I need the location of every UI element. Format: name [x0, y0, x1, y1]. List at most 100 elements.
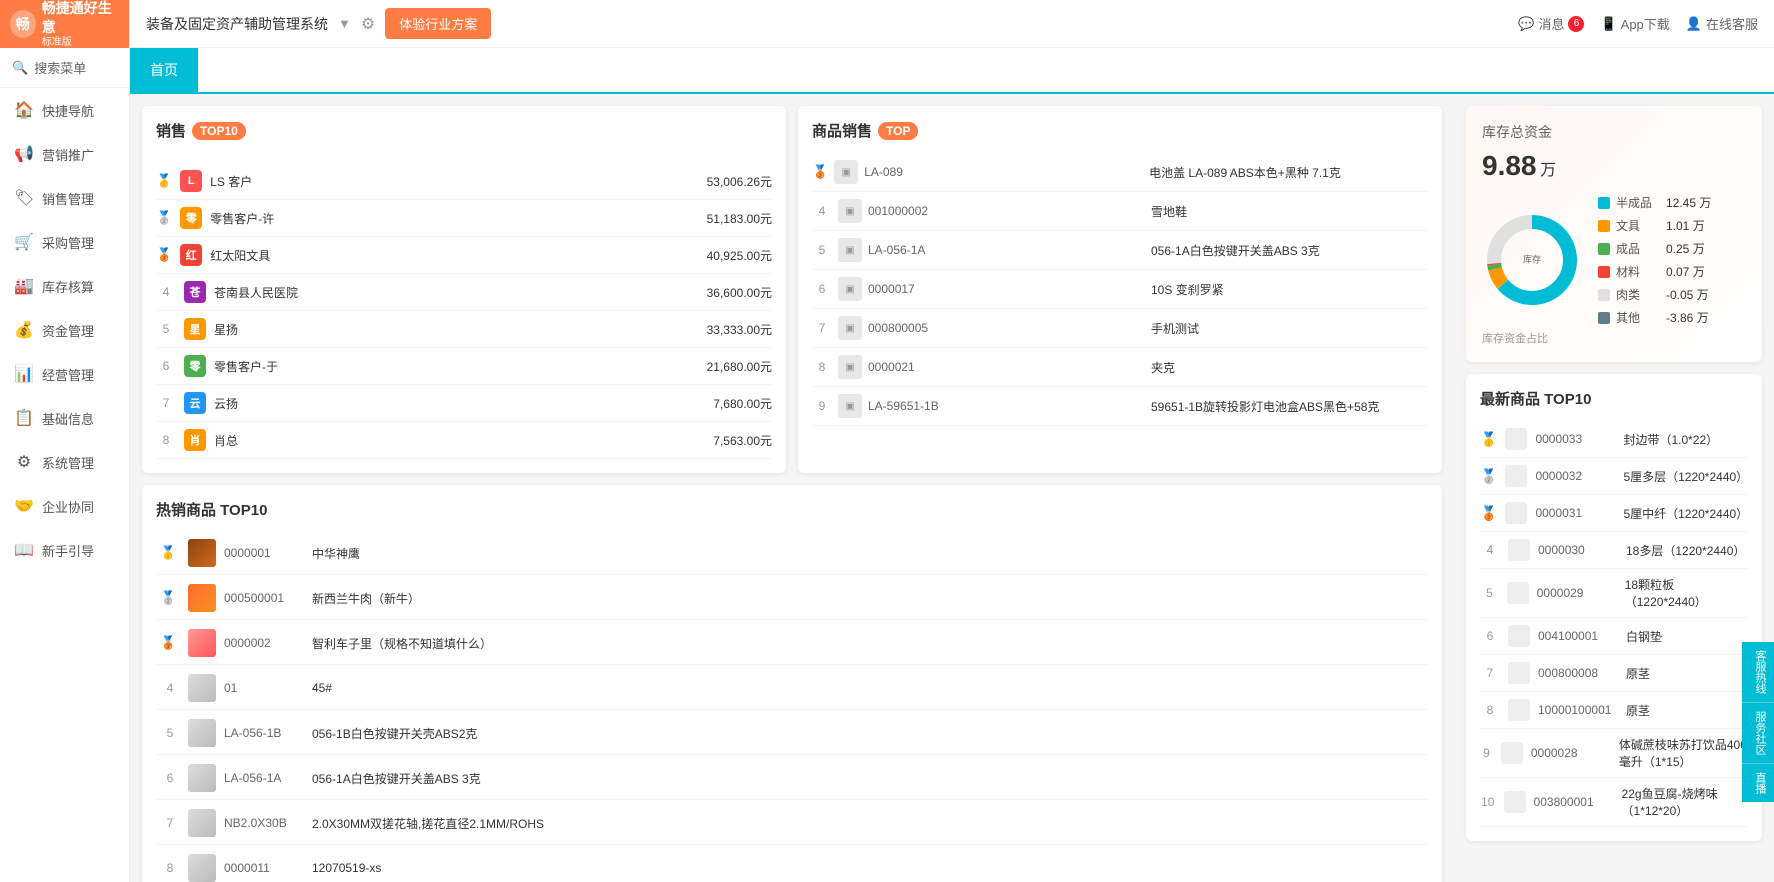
logo-text: 畅捷通好生意 标准版: [42, 0, 119, 49]
client-value-3: 40,925.00元: [707, 247, 772, 264]
new-code-7: 000800008: [1538, 666, 1618, 680]
float-buttons: 客服热线 服务社区 直播: [1742, 642, 1774, 802]
sidebar-item-quicknav[interactable]: 🏠 快捷导航: [0, 88, 129, 132]
new-products-card: 最新商品 TOP10 🥇 0000033 封边带（1.0*22） 🥈 00000…: [1466, 374, 1762, 841]
svg-text:库存: 库存: [1523, 253, 1541, 264]
sold-code-7: LA-59651-1B: [868, 399, 1145, 413]
inventory-title: 库存总资金: [1482, 122, 1746, 142]
app-download-button[interactable]: 📱 App下载: [1600, 14, 1669, 33]
new-name-5: 18颗粒板（1220*2440）: [1625, 576, 1748, 610]
product-img-4: ▣: [838, 277, 862, 301]
new-medal-1: 🥇: [1480, 431, 1497, 448]
hot-code-7: NB2.0X30B: [224, 816, 304, 830]
client-value-5: 33,333.00元: [707, 321, 772, 338]
sidebar-item-sales[interactable]: 🏷 销售管理: [0, 176, 129, 220]
float-btn-community[interactable]: 服务社区: [1742, 703, 1774, 764]
sold-top-badge: TOP: [878, 122, 918, 140]
client-name-3: 红太阳文具: [210, 247, 698, 264]
hot-row-4: 4 01 45#: [156, 667, 1428, 710]
float-btn-live[interactable]: 直播: [1742, 764, 1774, 802]
new-row-3: 🥉 0000031 5厘中纤（1220*2440）: [1480, 495, 1748, 532]
try-button[interactable]: 体验行业方案: [385, 8, 491, 39]
online-service-button[interactable]: 👤 在线客服: [1686, 14, 1758, 33]
sidebar-item-basics[interactable]: 📋 基础信息: [0, 396, 129, 440]
hot-medal-1: 🥇: [160, 545, 180, 561]
client-value-4: 36,600.00元: [707, 284, 772, 301]
hot-img-3: [188, 629, 216, 657]
new-name-10: 22g鱼豆腐-烧烤味（1*12*20）: [1622, 785, 1748, 819]
main-area: 装备及固定资产辅助管理系统 ▼ ⚙ 体验行业方案 💬 消息 6 📱 App下载 …: [130, 0, 1774, 882]
collab-icon: 🤝: [14, 496, 34, 516]
sidebar-item-marketing[interactable]: 📢 营销推广: [0, 132, 129, 176]
client-row-4: 4 苍 苍南县人民医院 36,600.00元: [156, 274, 772, 311]
sidebar-item-system[interactable]: ⚙ 系统管理: [0, 440, 129, 484]
new-rank-6: 6: [1480, 629, 1500, 643]
legend-color-5: [1598, 312, 1610, 324]
new-row-10: 10 003800001 22g鱼豆腐-烧烤味（1*12*20）: [1480, 778, 1748, 827]
top10-badge: TOP10: [192, 122, 246, 140]
client-name-6: 零售客户-于: [214, 358, 699, 375]
float-btn-service[interactable]: 客服热线: [1742, 642, 1774, 703]
header-left: 装备及固定资产辅助管理系统 ▼ ⚙ 体验行业方案: [146, 8, 491, 39]
client-avatar-4: 苍: [184, 281, 206, 303]
client-name-1: LS 客户: [210, 173, 698, 190]
hot-row-5: 5 LA-056-1B 056-1B白色按键开关壳ABS2克: [156, 712, 1428, 755]
new-img-3: [1505, 502, 1527, 524]
new-rank-4: 4: [1480, 543, 1500, 557]
client-value-6: 21,680.00元: [707, 358, 772, 375]
sidebar-item-finance[interactable]: 💰 资金管理: [0, 308, 129, 352]
hot-rank-6: 6: [160, 771, 180, 785]
new-products-list: 🥇 0000033 封边带（1.0*22） 🥈 0000032 5厘多层（122…: [1480, 421, 1748, 827]
new-code-5: 0000029: [1537, 586, 1617, 600]
top-clients-card: 销售 TOP10 🥇 L LS 客户 53,006.26元 🥈: [142, 106, 786, 473]
inventory-amount: 9.88 万: [1482, 150, 1746, 182]
content-area: 销售 TOP10 🥇 L LS 客户 53,006.26元 🥈: [130, 94, 1774, 882]
hot-products-card: 热销商品 TOP10 🥇 0000001 中华神鹰 🥈 000500001 新西…: [142, 485, 1442, 882]
system-name: 装备及固定资产辅助管理系统: [146, 14, 328, 34]
new-code-10: 003800001: [1534, 795, 1614, 809]
dropdown-icon[interactable]: ▼: [338, 16, 351, 31]
hot-code-6: LA-056-1A: [224, 771, 304, 785]
top-sold-card: 商品销售 TOP 🥉 ▣ LA-089 电池盖 LA-089 ABS本色+黑种 …: [798, 106, 1442, 473]
sold-code-3: LA-056-1A: [868, 243, 1145, 257]
sidebar-item-purchase[interactable]: 🛒 采购管理: [0, 220, 129, 264]
search-menu[interactable]: 🔍 搜索菜单: [0, 48, 129, 88]
hot-row-7: 7 NB2.0X30B 2.0X30MM双搓花轴,搓花直径2.1MM/ROHS: [156, 802, 1428, 845]
new-row-6: 6 004100001 白钢垫: [1480, 618, 1748, 655]
hot-products-title: 热销商品 TOP10: [156, 499, 1428, 520]
sidebar-item-inventory[interactable]: 🏭 库存核算: [0, 264, 129, 308]
sidebar-item-guide[interactable]: 📖 新手引导: [0, 528, 129, 572]
tab-home[interactable]: 首页: [130, 48, 198, 92]
sold-name-2: 雪地鞋: [1151, 203, 1428, 220]
new-code-4: 0000030: [1538, 543, 1618, 557]
inventory-sub-label: 库存资金占比: [1482, 330, 1746, 346]
guide-icon: 📖: [14, 540, 34, 560]
hot-img-8: [188, 854, 216, 882]
hot-name-4: 45#: [312, 681, 332, 695]
medal-gold-icon: 🥇: [156, 173, 172, 189]
sold-name-6: 夹克: [1151, 359, 1428, 376]
client-row-5: 5 星 星扬 33,333.00元: [156, 311, 772, 348]
product-img-3: ▣: [838, 238, 862, 262]
legend-color-1: [1598, 220, 1610, 232]
new-img-9: [1501, 742, 1523, 764]
new-code-6: 004100001: [1538, 629, 1618, 643]
hot-name-5: 056-1B白色按键开关壳ABS2克: [312, 725, 477, 742]
messages-button[interactable]: 💬 消息 6: [1518, 14, 1584, 33]
legend-color-0: [1598, 197, 1610, 209]
client-row-8: 8 肖 肖总 7,563.00元: [156, 422, 772, 459]
top-sold-title: 商品销售 TOP: [812, 120, 1428, 141]
top-row: 销售 TOP10 🥇 L LS 客户 53,006.26元 🥈: [142, 106, 1442, 473]
sold-list: 🥉 ▣ LA-089 电池盖 LA-089 ABS本色+黑种 7.1克 4 ▣ …: [812, 153, 1428, 426]
sidebar: 畅 畅捷通好生意 标准版 🔍 搜索菜单 🏠 快捷导航 📢 营销推广 🏷 销售管理…: [0, 0, 130, 882]
client-avatar-7: 云: [184, 392, 206, 414]
sidebar-item-collab[interactable]: 🤝 企业协同: [0, 484, 129, 528]
messages-badge: 6: [1568, 16, 1584, 32]
product-img-1: ▣: [834, 160, 858, 184]
client-avatar-1: L: [180, 170, 202, 192]
settings-icon[interactable]: ⚙: [361, 14, 375, 34]
hot-name-8: 12070519-xs: [312, 861, 381, 875]
nav-tabs: 首页: [130, 48, 1774, 94]
hot-name-1: 中华神鹰: [312, 545, 360, 562]
sidebar-item-operations[interactable]: 📊 经营管理: [0, 352, 129, 396]
